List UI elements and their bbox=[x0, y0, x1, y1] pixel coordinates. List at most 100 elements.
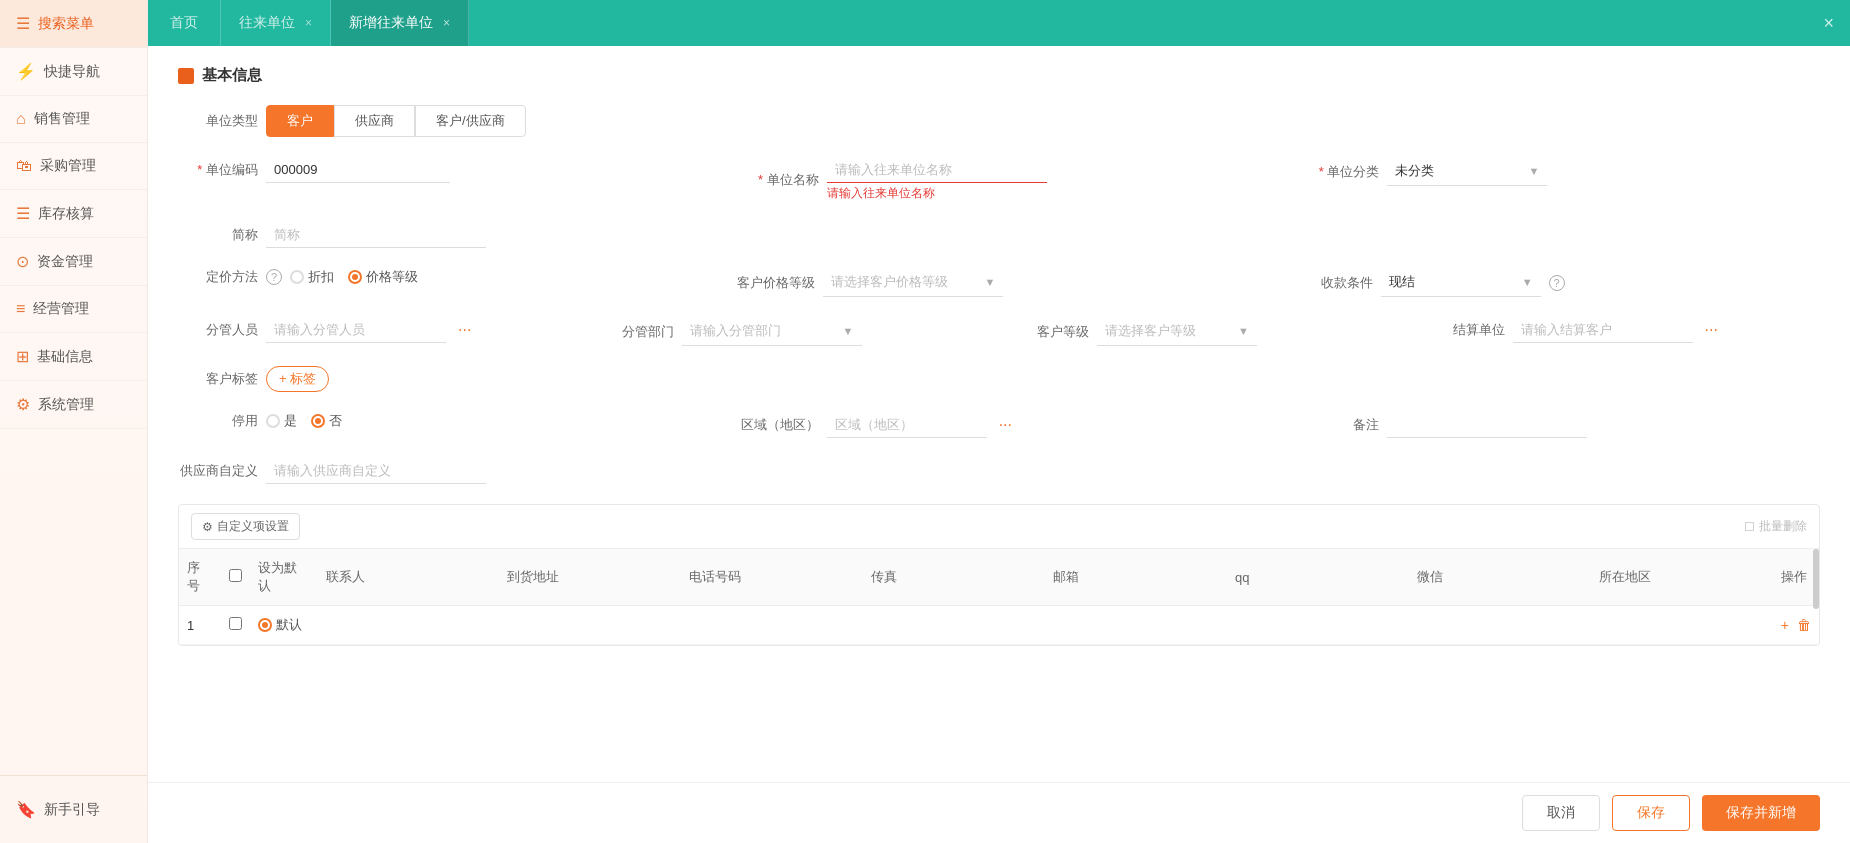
remark-input[interactable] bbox=[1387, 412, 1587, 438]
col-checkbox bbox=[221, 549, 250, 606]
pricing-help-icon[interactable]: ? bbox=[266, 269, 282, 285]
sidebar-item-ops[interactable]: ≡ 经营管理 bbox=[0, 286, 147, 333]
sidebar-item-basic[interactable]: ⊞ 基础信息 bbox=[0, 333, 147, 381]
cancel-button[interactable]: 取消 bbox=[1522, 795, 1600, 831]
settlement-more-icon[interactable]: ··· bbox=[1701, 321, 1722, 339]
unit-type-buttons: 客户 供应商 客户/供应商 bbox=[266, 105, 526, 137]
unit-btn-customer[interactable]: 客户 bbox=[266, 105, 334, 137]
main-area: 首页 往来单位 × 新增往来单位 × × 基本信息 单位类型 客户 供应商 客户… bbox=[148, 0, 1850, 843]
sidebar-item-label: 系统管理 bbox=[38, 396, 94, 414]
sidebar-item-label: 销售管理 bbox=[34, 110, 90, 128]
select-all-checkbox[interactable] bbox=[229, 569, 242, 582]
col-address: 到货地址 bbox=[499, 549, 681, 606]
supplier-custom-input[interactable] bbox=[266, 458, 486, 484]
cell-qq[interactable] bbox=[1227, 606, 1409, 645]
footer: 取消 保存 保存并新增 bbox=[148, 782, 1850, 843]
supervisor-input[interactable] bbox=[266, 317, 446, 343]
box-icon: ☰ bbox=[16, 204, 30, 223]
sidebar-item-label: 基础信息 bbox=[37, 348, 93, 366]
tab-home[interactable]: 首页 bbox=[148, 0, 221, 46]
sidebar-item-finance[interactable]: ⊙ 资金管理 bbox=[0, 238, 147, 286]
supervisor-field: 分管人员 ··· bbox=[178, 317, 574, 343]
table-body: 1 默认 bbox=[179, 606, 1819, 645]
payment-terms-help-icon[interactable]: ? bbox=[1549, 275, 1565, 291]
row-checkbox[interactable] bbox=[229, 617, 242, 630]
payment-terms-select[interactable]: 现结 ▼ bbox=[1381, 268, 1541, 297]
supervisor-label: 分管人员 bbox=[178, 321, 258, 339]
customer-level-select[interactable]: 请选择客户等级 ▼ bbox=[1097, 317, 1257, 346]
abbr-input[interactable] bbox=[266, 222, 486, 248]
fax-input[interactable] bbox=[871, 618, 1037, 633]
unit-btn-supplier[interactable]: 供应商 bbox=[334, 105, 415, 137]
tab-new-partner[interactable]: 新增往来单位 × bbox=[331, 0, 469, 46]
scrollbar-thumb[interactable] bbox=[1813, 549, 1819, 609]
global-close-btn[interactable]: × bbox=[1807, 13, 1850, 34]
area-input[interactable] bbox=[1599, 618, 1765, 633]
unit-btn-both[interactable]: 客户/供应商 bbox=[415, 105, 526, 137]
customer-price-level-select[interactable]: 请选择客户价格等级 ▼ bbox=[823, 268, 1003, 297]
gear-small-icon: ⚙ bbox=[202, 520, 213, 534]
customer-price-level-label: 客户价格等级 bbox=[735, 274, 815, 292]
qq-input[interactable] bbox=[1235, 618, 1401, 633]
customize-button[interactable]: ⚙ 自定义项设置 bbox=[191, 513, 300, 540]
sidebar-item-label: 经营管理 bbox=[33, 300, 89, 318]
customize-label: 自定义项设置 bbox=[217, 518, 289, 535]
batch-delete-button[interactable]: ☐ 批量删除 bbox=[1744, 518, 1807, 535]
name-label: 单位名称 bbox=[739, 171, 819, 189]
cell-wechat[interactable] bbox=[1409, 606, 1591, 645]
bag-icon: 🛍 bbox=[16, 157, 32, 175]
sidebar-item-quicknav[interactable]: ⚡ 快捷导航 bbox=[0, 48, 147, 96]
name-input[interactable] bbox=[827, 157, 1047, 183]
save-new-button[interactable]: 保存并新增 bbox=[1702, 795, 1820, 831]
settlement-unit-label: 结算单位 bbox=[1425, 321, 1505, 339]
col-qq: qq bbox=[1227, 549, 1409, 606]
sidebar-item-purchase[interactable]: 🛍 采购管理 bbox=[0, 143, 147, 190]
sidebar-item-inventory[interactable]: ☰ 库存核算 bbox=[0, 190, 147, 238]
tab-partners-close[interactable]: × bbox=[305, 16, 312, 30]
sidebar-item-label: 搜索菜单 bbox=[38, 15, 94, 33]
save-button[interactable]: 保存 bbox=[1612, 795, 1690, 831]
tag-row: 客户标签 + 标签 bbox=[178, 366, 1820, 392]
pricing-radio-level[interactable]: 价格等级 bbox=[348, 268, 418, 286]
region-field: 区域（地区） ··· bbox=[739, 412, 1260, 438]
region-input[interactable] bbox=[827, 412, 987, 438]
sidebar-item-sales[interactable]: ⌂ 销售管理 bbox=[0, 96, 147, 143]
department-select[interactable]: 请输入分管部门 ▼ bbox=[682, 317, 862, 346]
sidebar-item-guide[interactable]: 🔖 新手引导 bbox=[0, 786, 147, 833]
sidebar: ☰ 搜索菜单 ⚡ 快捷导航 ⌂ 销售管理 🛍 采购管理 ☰ 库存核算 ⊙ 资金管… bbox=[0, 0, 148, 843]
sidebar-item-system[interactable]: ⚙ 系统管理 bbox=[0, 381, 147, 429]
email-input[interactable] bbox=[1053, 618, 1219, 633]
wechat-input[interactable] bbox=[1417, 618, 1583, 633]
settlement-unit-input[interactable] bbox=[1513, 317, 1693, 343]
tab-new-partner-close[interactable]: × bbox=[443, 16, 450, 30]
disabled-label: 停用 bbox=[178, 412, 258, 430]
cell-area[interactable] bbox=[1591, 606, 1773, 645]
delete-row-btn[interactable]: 🗑 bbox=[1797, 617, 1811, 633]
lock-icon: ⊙ bbox=[16, 252, 29, 271]
add-row-btn[interactable]: + bbox=[1781, 617, 1789, 633]
cell-contact[interactable] bbox=[318, 606, 500, 645]
name-input-group: 请输入往来单位名称 bbox=[827, 157, 1047, 202]
cell-email[interactable] bbox=[1045, 606, 1227, 645]
sidebar-item-label: 资金管理 bbox=[37, 253, 93, 271]
pricing-radio-discount[interactable]: 折扣 bbox=[290, 268, 334, 286]
tab-partners[interactable]: 往来单位 × bbox=[221, 0, 331, 46]
default-label: 默认 bbox=[276, 616, 302, 634]
region-more-icon[interactable]: ··· bbox=[995, 416, 1016, 434]
address-input[interactable] bbox=[507, 618, 673, 633]
add-tag-button[interactable]: + 标签 bbox=[266, 366, 329, 392]
sidebar-item-search[interactable]: ☰ 搜索菜单 bbox=[0, 0, 147, 48]
disabled-no[interactable]: 否 bbox=[311, 412, 342, 430]
cell-address[interactable] bbox=[499, 606, 681, 645]
category-select[interactable]: 未分类 ▼ bbox=[1387, 157, 1547, 186]
section-icon bbox=[178, 68, 194, 84]
cell-phone[interactable] bbox=[681, 606, 863, 645]
default-radio[interactable]: 默认 bbox=[258, 616, 310, 634]
code-input[interactable] bbox=[266, 157, 450, 183]
supervisor-more-icon[interactable]: ··· bbox=[454, 321, 475, 339]
cell-fax[interactable] bbox=[863, 606, 1045, 645]
department-field: 分管部门 请输入分管部门 ▼ bbox=[594, 317, 990, 346]
phone-input[interactable] bbox=[689, 618, 855, 633]
disabled-yes[interactable]: 是 bbox=[266, 412, 297, 430]
contact-input[interactable] bbox=[326, 618, 492, 633]
